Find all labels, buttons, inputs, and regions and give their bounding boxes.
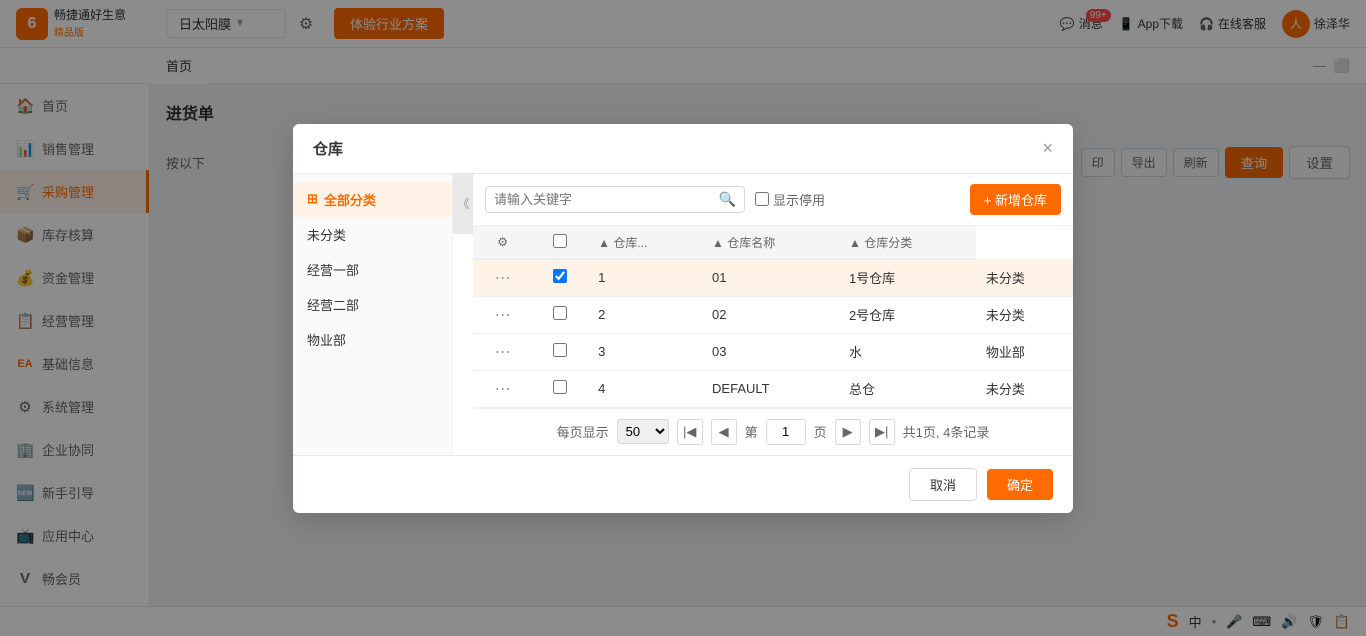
confirm-button[interactable]: 确定 <box>987 469 1053 500</box>
add-warehouse-button[interactable]: + 新增仓库 <box>970 184 1061 215</box>
row-checkbox[interactable] <box>553 343 567 357</box>
row-code-cell: 03 <box>702 333 839 370</box>
page-first-button[interactable]: |◀ <box>677 419 703 445</box>
show-disabled-checkbox[interactable] <box>755 192 769 206</box>
row-checkbox[interactable] <box>553 306 567 320</box>
cancel-button[interactable]: 取消 <box>909 468 977 501</box>
row-action-cell[interactable]: ⋯ <box>473 259 532 296</box>
page-prev-button[interactable]: ◀ <box>711 419 737 445</box>
col-header-settings: ⚙ <box>473 226 532 260</box>
row-num-cell: 1 <box>588 259 702 296</box>
row-more-icon[interactable]: ⋯ <box>495 307 511 324</box>
modal-footer: 取消 确定 <box>293 455 1073 513</box>
warehouse-modal: 仓库 × ⊞ 全部分类 未分类 经营一部 经营二部 物业部 《 <box>293 124 1073 513</box>
row-category-cell: 物业部 <box>976 333 1073 370</box>
category-sidebar: ⊞ 全部分类 未分类 经营一部 经营二部 物业部 <box>293 174 453 455</box>
category-item-3[interactable]: 物业部 <box>293 322 452 357</box>
modal-overlay: 仓库 × ⊞ 全部分类 未分类 经营一部 经营二部 物业部 《 <box>0 0 1366 636</box>
row-code-cell: DEFAULT <box>702 370 839 407</box>
table-row[interactable]: ⋯ 2 02 2号仓库 未分类 <box>473 296 1073 333</box>
row-more-icon[interactable]: ⋯ <box>495 381 511 398</box>
modal-title: 仓库 <box>313 138 343 159</box>
category-collapse-button[interactable]: 《 <box>453 174 473 234</box>
row-checkbox-cell[interactable] <box>532 370 588 407</box>
row-num-cell: 3 <box>588 333 702 370</box>
table-toolbar: 🔍 显示停用 + 新增仓库 <box>473 174 1073 226</box>
modal-body: ⊞ 全部分类 未分类 经营一部 经营二部 物业部 《 🔍 <box>293 174 1073 455</box>
page-last-button[interactable]: ▶| <box>869 419 895 445</box>
row-checkbox-cell[interactable] <box>532 333 588 370</box>
pagination: 每页显示 50 20 100 |◀ ◀ 第 页 ▶ ▶| 共1页, 4条记录 <box>473 408 1073 455</box>
row-code-cell: 01 <box>702 259 839 296</box>
row-action-cell[interactable]: ⋯ <box>473 333 532 370</box>
grid-icon: ⊞ <box>307 191 318 207</box>
modal-header: 仓库 × <box>293 124 1073 174</box>
table-scroll: ⚙ ▲ 仓库... ▲ 仓库名称 <box>473 226 1073 408</box>
warehouse-table: ⚙ ▲ 仓库... ▲ 仓库名称 <box>473 226 1073 408</box>
col-header-category: ▲ 仓库分类 <box>839 226 976 260</box>
row-checkbox-cell[interactable] <box>532 259 588 296</box>
category-all-item[interactable]: ⊞ 全部分类 <box>293 182 452 217</box>
row-checkbox[interactable] <box>553 380 567 394</box>
row-num-cell: 4 <box>588 370 702 407</box>
page-next-button[interactable]: ▶ <box>835 419 861 445</box>
row-name-cell: 2号仓库 <box>839 296 976 333</box>
col-header-name: ▲ 仓库名称 <box>702 226 839 260</box>
page-size-select[interactable]: 50 20 100 <box>617 419 669 444</box>
row-name-cell: 1号仓库 <box>839 259 976 296</box>
show-disabled-label: 显示停用 <box>755 190 825 209</box>
row-num-cell: 2 <box>588 296 702 333</box>
row-more-icon[interactable]: ⋯ <box>495 344 511 361</box>
table-area: 🔍 显示停用 + 新增仓库 ⚙ <box>473 174 1073 455</box>
row-category-cell: 未分类 <box>976 370 1073 407</box>
row-more-icon[interactable]: ⋯ <box>495 270 511 287</box>
table-row[interactable]: ⋯ 3 03 水 物业部 <box>473 333 1073 370</box>
select-all-checkbox[interactable] <box>553 234 567 248</box>
row-checkbox-cell[interactable] <box>532 296 588 333</box>
row-name-cell: 水 <box>839 333 976 370</box>
table-row[interactable]: ⋯ 4 DEFAULT 总仓 未分类 <box>473 370 1073 407</box>
col-header-code: ▲ 仓库... <box>588 226 702 260</box>
row-checkbox[interactable] <box>553 269 567 283</box>
table-row[interactable]: ⋯ 1 01 1号仓库 未分类 <box>473 259 1073 296</box>
search-icon: 🔍 <box>719 191 736 208</box>
row-code-cell: 02 <box>702 296 839 333</box>
row-action-cell[interactable]: ⋯ <box>473 370 532 407</box>
category-item-2[interactable]: 经营二部 <box>293 287 452 322</box>
modal-close-button[interactable]: × <box>1042 138 1053 159</box>
search-box: 🔍 <box>485 186 745 213</box>
row-name-cell: 总仓 <box>839 370 976 407</box>
row-category-cell: 未分类 <box>976 259 1073 296</box>
col-header-checkbox <box>532 226 588 260</box>
search-input[interactable] <box>494 192 715 207</box>
chevron-left-icon: 《 <box>457 195 469 212</box>
category-item-0[interactable]: 未分类 <box>293 217 452 252</box>
page-number-input[interactable] <box>766 419 806 445</box>
row-action-cell[interactable]: ⋯ <box>473 296 532 333</box>
category-item-1[interactable]: 经营一部 <box>293 252 452 287</box>
row-category-cell: 未分类 <box>976 296 1073 333</box>
